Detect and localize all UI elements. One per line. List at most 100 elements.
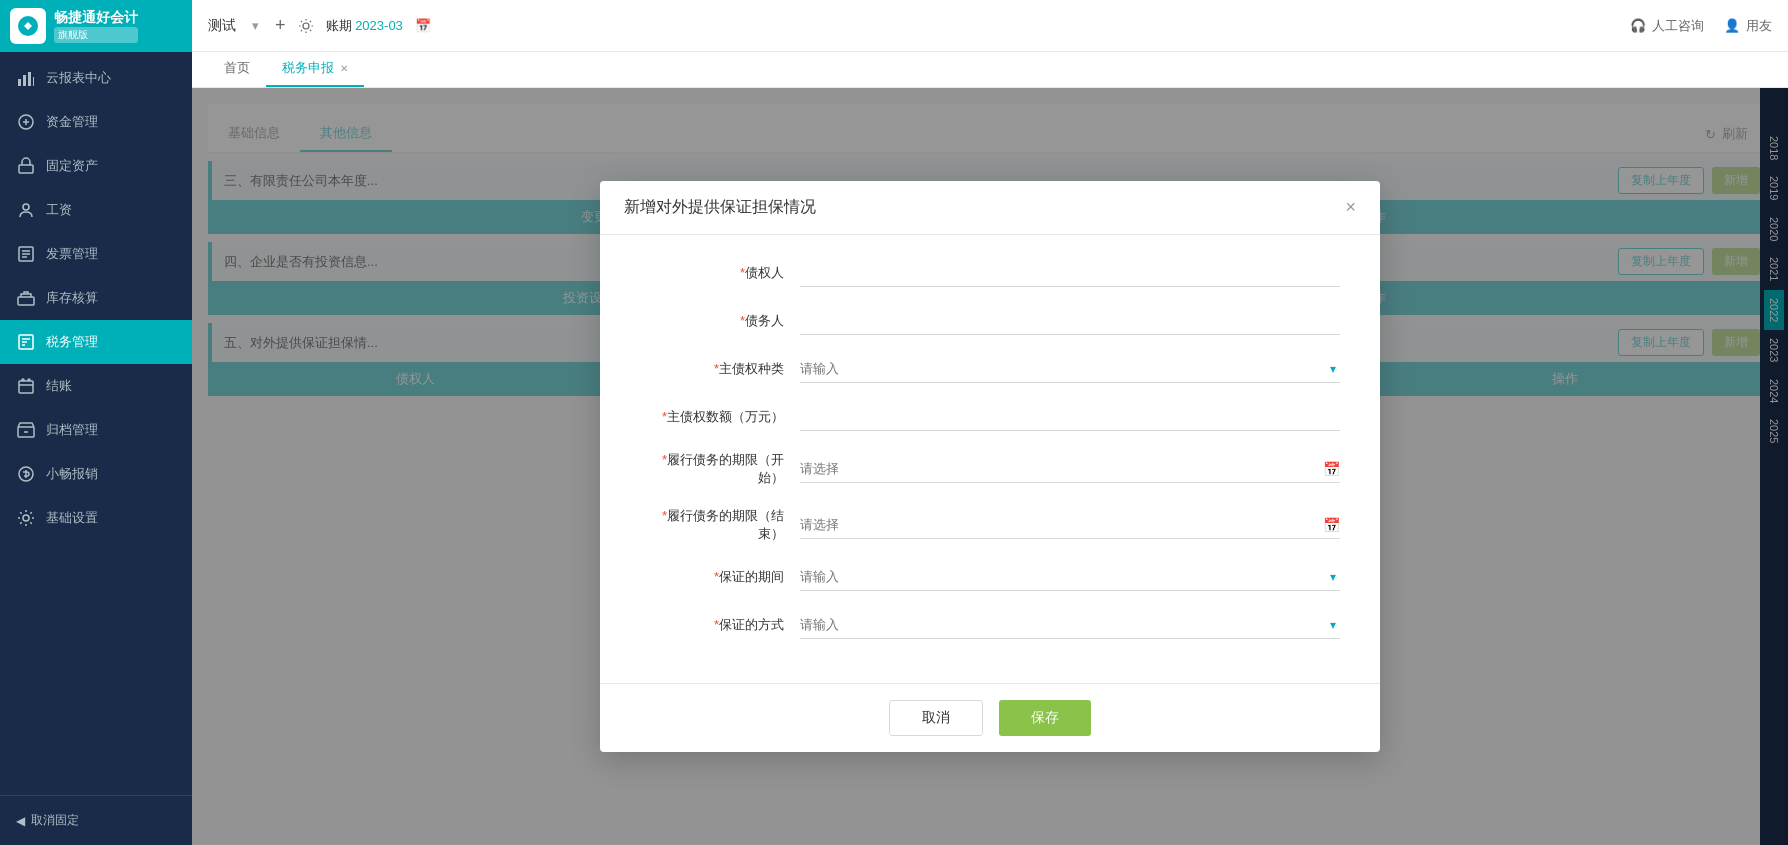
- period-end-input[interactable]: [800, 511, 1323, 538]
- period-start-input[interactable]: [800, 455, 1323, 482]
- sidebar-bottom: ◀ 取消固定: [0, 795, 192, 845]
- tab-tax[interactable]: 税务申报 ✕: [266, 51, 364, 87]
- sidebar-label-expense: 小畅报销: [46, 465, 98, 483]
- period-start-date-wrap[interactable]: 📅: [800, 455, 1340, 483]
- form-row-period-end: *履行债务的期限（结束） 📅: [640, 507, 1340, 543]
- form-label-creditor: *债权人: [640, 264, 800, 282]
- period-label: 账期 2023-03: [326, 17, 403, 35]
- sidebar-label-cloud-report: 云报表中心: [46, 69, 111, 87]
- svg-rect-4: [33, 77, 34, 86]
- tab-close-btn[interactable]: ✕: [340, 63, 348, 74]
- content-area: 基础信息 其他信息 ↻ 刷新 三、有限责任公司本年度... 复制上年度 新增: [192, 88, 1788, 845]
- sidebar-item-inventory[interactable]: 库存核算: [0, 276, 192, 320]
- sidebar-item-tax[interactable]: 税务管理: [0, 320, 192, 364]
- modal-footer: 取消 保存: [600, 683, 1380, 752]
- app-logo: 畅捷通好会计 旗舰版: [0, 0, 192, 52]
- company-chevron-icon[interactable]: ▾: [252, 18, 259, 33]
- svg-rect-3: [28, 72, 31, 86]
- cancel-button[interactable]: 取消: [889, 700, 983, 736]
- sidebar-item-invoice[interactable]: 发票管理: [0, 232, 192, 276]
- svg-rect-1: [18, 79, 21, 86]
- debtor-input[interactable]: [800, 307, 1340, 335]
- guarantee-period-input[interactable]: [800, 563, 1326, 590]
- tax-icon: [16, 332, 36, 352]
- form-row-creditor-amount: *主债权数额（万元）: [640, 403, 1340, 431]
- form-label-debtor: *债务人: [640, 312, 800, 330]
- period-start-calendar-icon[interactable]: 📅: [1323, 461, 1340, 477]
- tab-tax-label: 税务申报: [282, 59, 334, 77]
- guarantee-period-chevron-icon[interactable]: ▾: [1326, 570, 1340, 584]
- logo-icon: [10, 8, 46, 44]
- sidebar-label-fixed-assets: 固定资产: [46, 157, 98, 175]
- sidebar-item-fixed-assets[interactable]: 固定资产: [0, 144, 192, 188]
- creditor-type-chevron-icon[interactable]: ▾: [1326, 362, 1340, 376]
- svg-point-15: [303, 23, 309, 29]
- topbar-add-btn[interactable]: +: [275, 15, 286, 36]
- save-button[interactable]: 保存: [999, 700, 1091, 736]
- form-label-period-start: *履行债务的期限（开始）: [640, 451, 800, 487]
- topbar-settings-btn[interactable]: [298, 18, 314, 34]
- service-btn[interactable]: 🎧 人工咨询: [1630, 17, 1704, 35]
- modal-header: 新增对外提供保证担保情况 ×: [600, 181, 1380, 235]
- sidebar-item-settings[interactable]: 基础设置: [0, 496, 192, 540]
- service-label: 人工咨询: [1652, 17, 1704, 35]
- sidebar-label-archive: 归档管理: [46, 421, 98, 439]
- sidebar-label-close: 结账: [46, 377, 72, 395]
- form-label-guarantee-period: *保证的期间: [640, 568, 800, 586]
- modal-close-btn[interactable]: ×: [1345, 197, 1356, 218]
- topbar-actions: + 账期 2023-03 📅: [275, 15, 431, 36]
- creditor-input[interactable]: [800, 259, 1340, 287]
- sidebar-label-tax: 税务管理: [46, 333, 98, 351]
- payroll-icon: [16, 200, 36, 220]
- guarantee-method-input[interactable]: [800, 611, 1326, 638]
- sidebar-expand-btn[interactable]: ◀ 取消固定: [0, 804, 192, 837]
- creditor-type-input[interactable]: [800, 355, 1326, 382]
- sidebar-item-archive[interactable]: 归档管理: [0, 408, 192, 452]
- sidebar-nav: 云报表中心 资金管理 固定资产 工资: [0, 52, 192, 795]
- expense-icon: [16, 464, 36, 484]
- archive-icon: [16, 420, 36, 440]
- main-area: 测试 ▾ + 账期 2023-03 📅 🎧 人工咨询 👤 用友: [192, 0, 1788, 845]
- guarantee-method-chevron-icon[interactable]: ▾: [1326, 618, 1340, 632]
- guarantee-method-select[interactable]: ▾: [800, 611, 1340, 639]
- modal-overlay: 新增对外提供保证担保情况 × *债权人: [192, 88, 1788, 845]
- sidebar-item-payroll[interactable]: 工资: [0, 188, 192, 232]
- period-end-date-wrap[interactable]: 📅: [800, 511, 1340, 539]
- user-btn[interactable]: 👤 用友: [1724, 17, 1772, 35]
- arrow-left-icon: ◀: [16, 814, 25, 828]
- form-label-guarantee-method: *保证的方式: [640, 616, 800, 634]
- tab-home[interactable]: 首页: [208, 51, 266, 87]
- modal-title: 新增对外提供保证担保情况: [624, 197, 816, 218]
- svg-rect-11: [19, 381, 33, 393]
- form-row-period-start: *履行债务的期限（开始） 📅: [640, 451, 1340, 487]
- user-avatar-icon: 👤: [1724, 18, 1740, 33]
- assets-icon: [16, 156, 36, 176]
- sidebar-expand-label: 取消固定: [31, 812, 79, 829]
- sidebar-item-fund[interactable]: 资金管理: [0, 100, 192, 144]
- form-label-creditor-amount: *主债权数额（万元）: [640, 408, 800, 426]
- topbar-right: 🎧 人工咨询 👤 用友: [1630, 17, 1772, 35]
- period-end-calendar-icon[interactable]: 📅: [1323, 517, 1340, 533]
- guarantee-period-select[interactable]: ▾: [800, 563, 1340, 591]
- chart-icon: [16, 68, 36, 88]
- svg-point-7: [23, 204, 29, 210]
- form-label-creditor-type: *主债权种类: [640, 360, 800, 378]
- form-row-creditor: *债权人: [640, 259, 1340, 287]
- modal-body: *债权人 *债务人: [600, 235, 1380, 683]
- calendar-icon[interactable]: 📅: [415, 18, 431, 33]
- form-row-creditor-type: *主债权种类 ▾: [640, 355, 1340, 383]
- form-row-guarantee-period: *保证的期间 ▾: [640, 563, 1340, 591]
- sidebar-item-expense[interactable]: 小畅报销: [0, 452, 192, 496]
- sidebar-label-payroll: 工资: [46, 201, 72, 219]
- sidebar-item-close[interactable]: 结账: [0, 364, 192, 408]
- creditor-amount-input[interactable]: [800, 403, 1340, 431]
- inventory-icon: [16, 288, 36, 308]
- sidebar-label-settings: 基础设置: [46, 509, 98, 527]
- sidebar-item-cloud-report[interactable]: 云报表中心: [0, 56, 192, 100]
- creditor-type-select[interactable]: ▾: [800, 355, 1340, 383]
- settings-icon: [16, 508, 36, 528]
- modal: 新增对外提供保证担保情况 × *债权人: [600, 181, 1380, 752]
- close-period-icon: [16, 376, 36, 396]
- svg-rect-6: [19, 165, 33, 173]
- app-edition: 旗舰版: [54, 27, 138, 43]
